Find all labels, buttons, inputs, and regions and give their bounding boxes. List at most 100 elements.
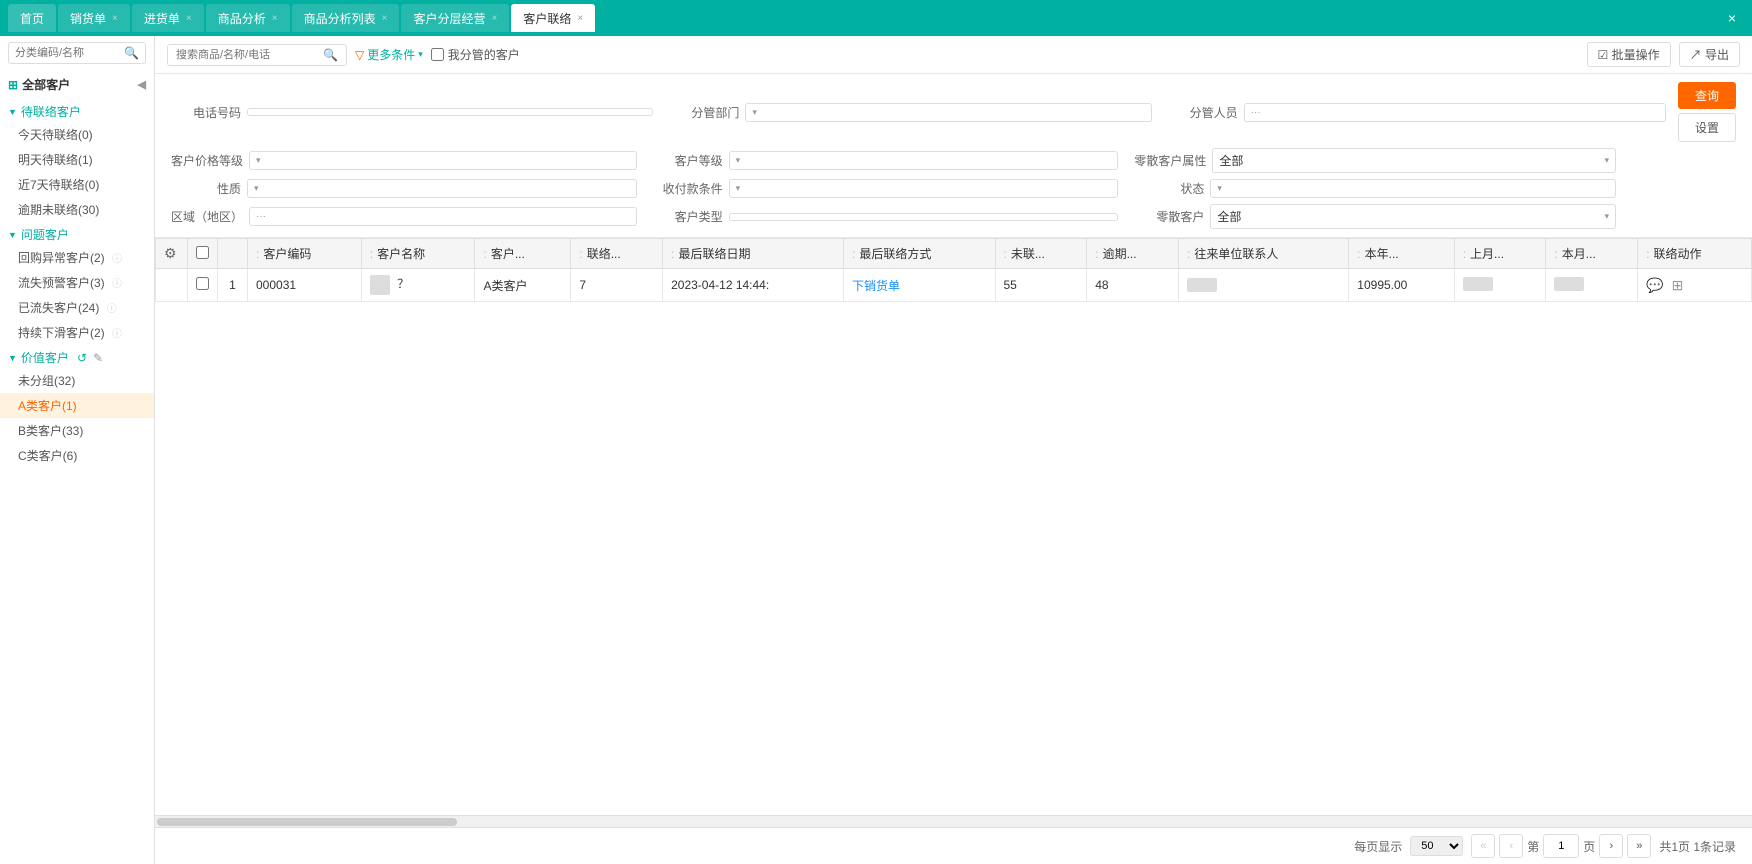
sidebar-group-pending[interactable]: ▼ 待联络客户 (0, 99, 154, 122)
th-unit-contact[interactable]: :往来单位联系人 (1178, 239, 1348, 269)
sidebar-item-ungrouped[interactable]: 未分组(32) (0, 368, 154, 393)
sidebar-group-problem[interactable]: ▼ 问题客户 (0, 222, 154, 245)
last-method-link[interactable]: 下销货单 (852, 279, 900, 293)
prev-page-button[interactable]: ‹ (1499, 834, 1523, 858)
sidebar-item-churned[interactable]: 已流失客户(24) ⓘ (0, 295, 154, 320)
per-page-select[interactable]: 50 100 200 (1410, 836, 1463, 856)
filter-search-input[interactable] (176, 49, 319, 61)
tab-goods-list[interactable]: 商品分析列表 × (292, 4, 400, 32)
batch-op-button[interactable]: ☑ 批量操作 (1587, 42, 1671, 67)
tab-goods-list-close[interactable]: × (382, 13, 388, 24)
sidebar-item-tomorrow-pending[interactable]: 明天待联络(1) (0, 147, 154, 172)
this-month-placeholder (1554, 277, 1584, 291)
sidebar-group-problem-label: 问题客户 (21, 226, 69, 243)
sidebar-item-class-b[interactable]: B类客户(33) (0, 418, 154, 443)
filter-dept-select[interactable]: ▾ (745, 103, 1151, 122)
tab-sales-close[interactable]: × (112, 13, 118, 24)
row-checkbox[interactable] (196, 277, 209, 290)
gear-icon[interactable]: ⚙ (164, 245, 177, 261)
current-page-input[interactable] (1543, 834, 1579, 858)
total-records-label: 共1页 1条记录 (1659, 838, 1736, 855)
th-contact[interactable]: :联络... (571, 239, 663, 269)
filter-payment-label: 收付款条件 (653, 180, 723, 197)
sidebar-item-7day-pending[interactable]: 近7天待联络(0) (0, 172, 154, 197)
th-this-year[interactable]: :本年... (1349, 239, 1454, 269)
filter-customer-type-input[interactable] (729, 213, 1119, 221)
filter-phone-input[interactable] (247, 108, 653, 116)
tab-goods-analysis-close[interactable]: × (272, 13, 278, 24)
sidebar-all-customers[interactable]: ⊞ 全部客户 ◀ (0, 70, 154, 99)
my-customers-checkbox[interactable]: 我分管的客户 (431, 46, 520, 63)
tab-customer-layer[interactable]: 客户分层经营 × (401, 4, 509, 32)
th-last-date[interactable]: :最后联络日期 (663, 239, 844, 269)
table-area: ⚙ :客户编码 :客户名称 :客户... :联络... :最后联络日期 :最后联… (155, 238, 1752, 815)
grid-action-icon[interactable]: ⊞ (1672, 277, 1684, 294)
tab-goods-analysis[interactable]: 商品分析 × (206, 4, 290, 32)
sidebar-item-repurchase-anomaly[interactable]: 回购异常客户(2) ⓘ (0, 245, 154, 270)
filter-retail-customer-select[interactable]: 全部 ▾ (1210, 204, 1616, 229)
scrollbar-thumb[interactable] (157, 818, 457, 826)
next-page-button[interactable]: › (1599, 834, 1623, 858)
sidebar-search-box[interactable]: 🔍 (8, 42, 146, 64)
filter-search-box[interactable]: 🔍 (167, 44, 347, 66)
first-page-button[interactable]: « (1471, 834, 1495, 858)
select-all-checkbox[interactable] (196, 246, 209, 259)
last-page-button[interactable]: » (1627, 834, 1651, 858)
filter-price-grade-select[interactable]: ▾ (249, 151, 637, 170)
more-conditions-button[interactable]: ▽ 更多条件 ▾ (355, 46, 423, 63)
th-check[interactable] (188, 239, 218, 269)
sidebar-item-declining[interactable]: 持续下滑客户(2) ⓘ (0, 320, 154, 345)
sidebar-item-churn-warning[interactable]: 流失预警客户(3) ⓘ (0, 270, 154, 295)
tab-customer-layer-close[interactable]: × (491, 13, 497, 24)
th-name[interactable]: :客户名称 (361, 239, 475, 269)
refresh-icon[interactable]: ↺ (77, 351, 87, 365)
filter-status-select[interactable]: ▾ (1210, 179, 1616, 198)
tab-customer-contact[interactable]: 客户联络 × (511, 4, 595, 32)
my-customers-check-input[interactable] (431, 48, 444, 61)
filter-nature-select[interactable]: ▾ (247, 179, 637, 198)
close-all-tabs-button[interactable]: × (1720, 6, 1744, 30)
th-uncontact[interactable]: :未联... (995, 239, 1087, 269)
td-action: 💬 ⊞ (1638, 269, 1752, 302)
tab-customer-contact-label: 客户联络 (523, 10, 571, 27)
horizontal-scrollbar[interactable] (155, 815, 1752, 827)
tab-purchase-close[interactable]: × (186, 13, 192, 24)
filter-retail-attr-select[interactable]: 全部 ▾ (1212, 148, 1616, 173)
filter-region-input[interactable]: ··· (249, 207, 637, 226)
settings-button[interactable]: 设置 (1678, 113, 1736, 142)
query-button[interactable]: 查询 (1678, 82, 1736, 109)
export-button[interactable]: ↗ 导出 (1679, 42, 1740, 67)
th-overdue[interactable]: :逾期... (1087, 239, 1179, 269)
sidebar-item-class-c[interactable]: C类客户(6) (0, 443, 154, 468)
tab-purchase[interactable]: 进货单 × (132, 4, 204, 32)
sidebar-group-value[interactable]: ▼ 价值客户 ↺ ✎ (0, 345, 154, 368)
th-code[interactable]: :客户编码 (248, 239, 362, 269)
sidebar-item-overdue-uncontact[interactable]: 逾期未联络(30) (0, 197, 154, 222)
th-action[interactable]: :联络动作 (1638, 239, 1752, 269)
edit-icon[interactable]: ✎ (93, 351, 103, 365)
sidebar-item-class-a[interactable]: A类客户(1) (0, 393, 154, 418)
help-icon3: ⓘ (107, 304, 117, 315)
filter-search-icon: 🔍 (323, 48, 338, 62)
filter-manager-input[interactable]: ··· (1244, 103, 1666, 122)
sidebar-search-input[interactable] (15, 47, 120, 59)
tab-sales[interactable]: 销货单 × (58, 4, 130, 32)
filter-customer-grade-select[interactable]: ▾ (729, 151, 1119, 170)
td-last-method[interactable]: 下销货单 (844, 269, 995, 302)
th-settings[interactable]: ⚙ (156, 239, 188, 269)
filter-price-grade-label: 客户价格等级 (171, 152, 243, 169)
td-name: ？ (361, 269, 475, 302)
th-this-month[interactable]: :本月... (1546, 239, 1638, 269)
sidebar-collapse-button[interactable]: ◀ (138, 78, 146, 91)
td-check[interactable] (188, 269, 218, 302)
th-last-method[interactable]: :最后联络方式 (844, 239, 995, 269)
help-icon2: ⓘ (112, 279, 122, 290)
th-type[interactable]: :客户... (475, 239, 571, 269)
tab-customer-contact-close[interactable]: × (577, 13, 583, 24)
chat-icon[interactable]: 💬 (1646, 277, 1663, 294)
sidebar-item-today-pending[interactable]: 今天待联络(0) (0, 122, 154, 147)
filter-payment-select[interactable]: ▾ (729, 179, 1119, 198)
help-icon4: ⓘ (112, 329, 122, 340)
tab-home[interactable]: 首页 (8, 4, 56, 32)
th-last-month[interactable]: :上月... (1454, 239, 1546, 269)
